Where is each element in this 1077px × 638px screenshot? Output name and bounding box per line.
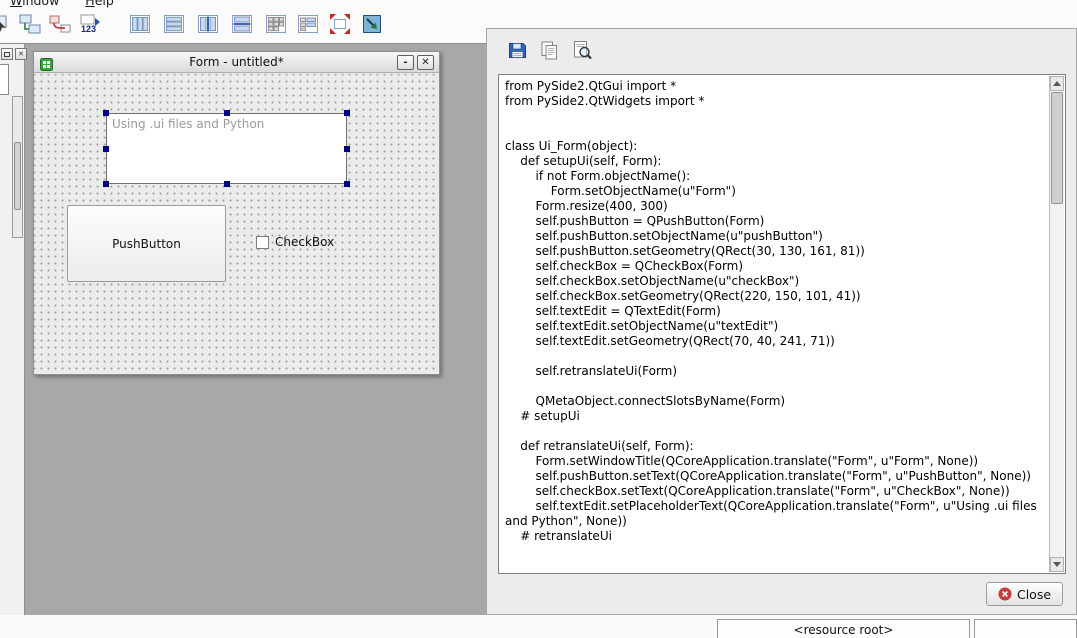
edit-widgets-icon[interactable]	[0, 12, 12, 36]
lay-out-vertically-in-splitter-icon[interactable]	[230, 12, 254, 36]
code-scrollbar-thumb[interactable]	[1051, 92, 1063, 204]
form-titlebar[interactable]: Form - untitled* - ✕	[34, 52, 439, 73]
adjust-size-icon[interactable]	[360, 12, 384, 36]
checkbox-indicator[interactable]	[256, 236, 269, 249]
copy-icon[interactable]	[537, 38, 561, 62]
scroll-down-icon[interactable]	[1050, 557, 1064, 572]
lay-out-in-form-layout-icon[interactable]	[296, 12, 320, 36]
resource-root-item[interactable]: <resource root>	[794, 623, 894, 637]
selection-handle[interactable]	[344, 181, 350, 187]
pushbutton-widget[interactable]: PushButton	[67, 205, 226, 282]
checkbox-label: CheckBox	[275, 235, 334, 249]
lay-out-horizontally-icon[interactable]	[128, 12, 152, 36]
resource-browser-right-pane	[974, 619, 1077, 638]
menubar: Window Help	[6, 0, 132, 8]
designer-form-window[interactable]: Form - untitled* - ✕ Using .ui files and…	[33, 51, 440, 375]
form-minimize-button[interactable]: -	[397, 55, 414, 70]
close-button-label: Close	[1017, 587, 1051, 602]
save-icon[interactable]	[505, 38, 529, 62]
menu-help[interactable]: Help	[81, 0, 118, 8]
lay-out-in-grid-icon[interactable]	[264, 12, 288, 36]
dock-panel-edge: ✕	[0, 44, 25, 615]
textedit-widget[interactable]: Using .ui files and Python	[106, 113, 347, 184]
menu-window[interactable]: Window	[6, 0, 63, 8]
code-preview-toolbar	[487, 29, 1076, 71]
form-title: Form - untitled*	[34, 55, 439, 69]
selection-handle[interactable]	[224, 181, 230, 187]
selection-handle[interactable]	[344, 110, 350, 116]
code-scrollbar[interactable]	[1049, 76, 1064, 572]
toolbar-separator	[117, 12, 118, 37]
widgetbox-filter-input[interactable]	[0, 64, 9, 95]
scroll-up-icon[interactable]	[1050, 76, 1064, 91]
tab-order-digits: 123	[81, 24, 96, 34]
lay-out-vertically-icon[interactable]	[162, 12, 186, 36]
resource-browser[interactable]: <resource root>	[717, 619, 970, 638]
dock-close-icon[interactable]: ✕	[15, 48, 27, 60]
lay-out-horizontally-in-splitter-icon[interactable]	[196, 12, 220, 36]
close-button[interactable]: Close	[986, 582, 1063, 606]
edit-tab-order-icon[interactable]: 123	[78, 12, 102, 36]
checkbox-widget[interactable]: CheckBox	[256, 235, 334, 249]
selection-handle[interactable]	[103, 110, 109, 116]
widgetbox-scrollbar[interactable]	[12, 96, 23, 238]
mdi-area: ✕ Form - untitled* - ✕	[0, 43, 486, 615]
bottom-panels: <resource root>	[0, 615, 1077, 638]
edit-signals-slots-icon[interactable]	[18, 12, 42, 36]
close-circle-icon	[998, 587, 1012, 601]
code-preview-dialog: from PySide2.QtGui import * from PySide2…	[486, 28, 1077, 615]
generated-code[interactable]: from PySide2.QtGui import * from PySide2…	[500, 75, 1048, 572]
main-toolbar: 123	[0, 8, 480, 42]
code-view[interactable]: from PySide2.QtGui import * from PySide2…	[498, 74, 1066, 574]
qt-designer-window: Window Help	[0, 0, 1077, 638]
form-canvas[interactable]: Using .ui files and Python PushButton Ch…	[34, 74, 439, 374]
selection-handle[interactable]	[103, 146, 109, 152]
widgetbox-scrollbar-thumb[interactable]	[14, 142, 21, 210]
edit-buddies-icon[interactable]	[48, 12, 72, 36]
selection-handle[interactable]	[344, 146, 350, 152]
textedit-placeholder-text: Using .ui files and Python	[106, 113, 347, 184]
selection-handle[interactable]	[224, 110, 230, 116]
break-layout-icon[interactable]	[328, 12, 352, 36]
dock-float-button[interactable]	[1, 48, 13, 60]
float-icon	[4, 52, 10, 57]
find-preview-icon[interactable]	[570, 38, 594, 62]
form-close-button[interactable]: ✕	[417, 55, 434, 70]
selection-handle[interactable]	[103, 181, 109, 187]
